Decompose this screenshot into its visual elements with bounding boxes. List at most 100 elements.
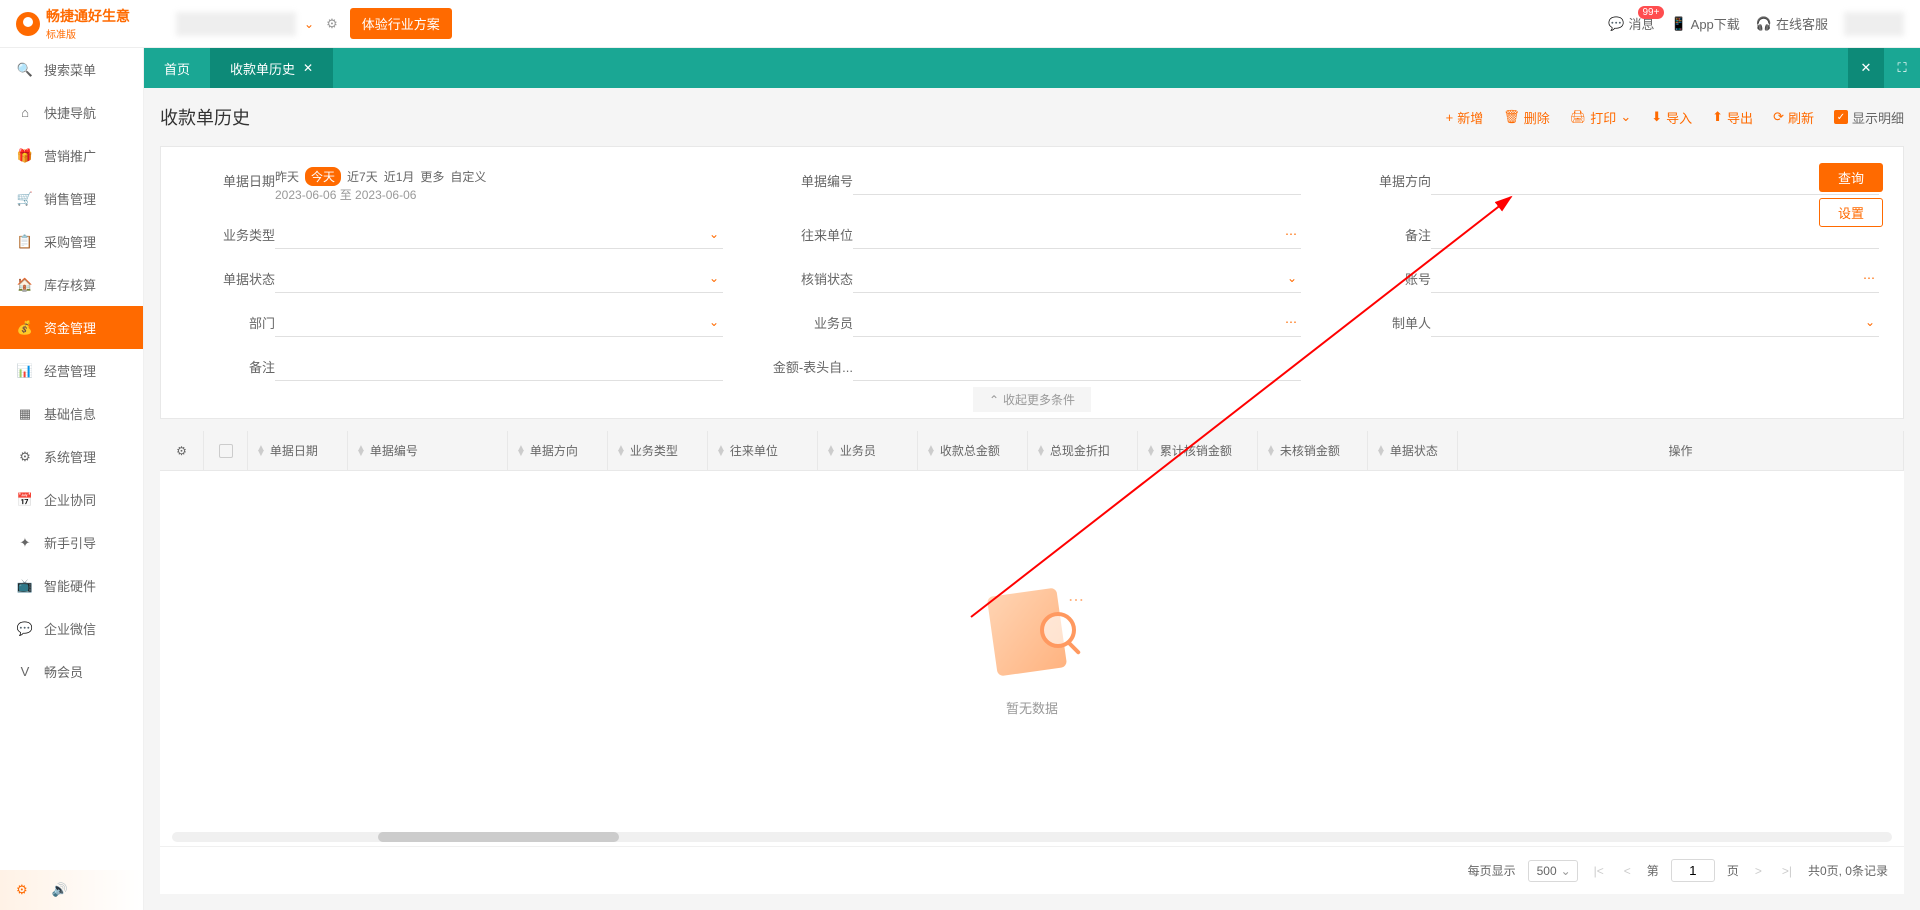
sidebar-item-system[interactable]: ⚙系统管理 xyxy=(0,435,143,478)
direction-select[interactable]: ⌄ xyxy=(1431,167,1879,195)
col-status[interactable]: ▲▼单据状态 xyxy=(1368,431,1458,470)
sidebar-item-label: 快捷导航 xyxy=(44,103,96,122)
print-button[interactable]: 🖨打印 ⌄ xyxy=(1570,108,1631,127)
close-icon[interactable]: ✕ xyxy=(303,61,313,75)
delete-button[interactable]: 🗑删除 xyxy=(1503,108,1550,127)
page-size-select[interactable]: 500 xyxy=(1528,860,1578,882)
gear-icon[interactable]: ⚙ xyxy=(326,16,338,32)
company-selector[interactable]: ⌄ xyxy=(176,12,314,36)
col-total-amount[interactable]: ▲▼收款总金额 xyxy=(918,431,1028,470)
sidebar-item-label: 智能硬件 xyxy=(44,576,96,595)
col-biz-type[interactable]: ▲▼业务类型 xyxy=(608,431,708,470)
date-custom[interactable]: 自定义 xyxy=(450,168,486,185)
sidebar-item-guide[interactable]: ✦ 新手引导 xyxy=(0,521,143,564)
tab-close-all[interactable]: ✕ xyxy=(1848,48,1884,88)
creator-select[interactable]: ⌄ xyxy=(1431,309,1879,337)
remark-input[interactable] xyxy=(1431,226,1879,241)
partner-select[interactable]: ⋯ xyxy=(853,221,1301,249)
sidebar-item-label: 资金管理 xyxy=(44,318,96,337)
show-detail-toggle[interactable]: ✓显示明细 xyxy=(1834,108,1904,127)
export-icon: ⬆ xyxy=(1712,109,1723,125)
col-writeoff-total[interactable]: ▲▼累计核销金额 xyxy=(1138,431,1258,470)
account-select[interactable]: ⋯ xyxy=(1431,265,1879,293)
trial-button[interactable]: 体验行业方案 xyxy=(350,8,452,39)
logo: 畅捷通好生意 标准版 xyxy=(16,6,160,41)
date-today[interactable]: 今天 xyxy=(305,167,341,186)
first-page-button[interactable]: |< xyxy=(1590,864,1608,878)
sidebar-item-operation[interactable]: 📊经营管理 xyxy=(0,349,143,392)
pagination: 每页显示 500 |< < 第 页 > >| 共0页, 0条记录 xyxy=(160,846,1904,894)
marketing-icon: 🎁 xyxy=(16,147,34,165)
col-cash-discount[interactable]: ▲▼总现金折扣 xyxy=(1028,431,1138,470)
prev-page-button[interactable]: < xyxy=(1620,864,1635,878)
col-date[interactable]: ▲▼单据日期 xyxy=(248,431,348,470)
sidebar-item-purchase[interactable]: 📋采购管理 xyxy=(0,220,143,263)
export-button[interactable]: ⬆导出 xyxy=(1712,108,1753,127)
date-yesterday[interactable]: 昨天 xyxy=(275,168,299,185)
ellipsis-icon: ⋯ xyxy=(1285,227,1297,241)
dept-select[interactable]: ⌄ xyxy=(275,309,723,337)
sidebar-item-wechat[interactable]: 💬企业微信 xyxy=(0,607,143,650)
tab-home[interactable]: 首页 xyxy=(144,48,210,88)
query-button[interactable]: 查询 xyxy=(1819,163,1883,192)
message-icon: 💬 xyxy=(1608,16,1624,32)
collab-icon: 📅 xyxy=(16,491,34,509)
employee-select[interactable]: ⋯ xyxy=(853,309,1301,337)
chevron-down-icon: ⌄ xyxy=(304,17,314,31)
select-all-checkbox[interactable] xyxy=(219,444,233,458)
settings-icon[interactable]: ⚙ xyxy=(16,882,28,898)
remark2-input[interactable] xyxy=(275,358,723,373)
collapse-filters[interactable]: ⌃ 收起更多条件 xyxy=(973,387,1091,412)
settings-button[interactable]: 设置 xyxy=(1819,198,1883,227)
sort-icon: ▲▼ xyxy=(1146,446,1156,456)
sidebar-item-collab[interactable]: 📅企业协同 xyxy=(0,478,143,521)
user-avatar-blur[interactable] xyxy=(1844,12,1904,36)
sidebar-item-label: 新手引导 xyxy=(44,533,96,552)
sidebar-item-marketing[interactable]: 🎁营销推广 xyxy=(0,134,143,177)
sidebar-item-funds[interactable]: 💰资金管理 xyxy=(0,306,143,349)
last-page-button[interactable]: >| xyxy=(1778,864,1796,878)
biz-type-select[interactable]: ⌄ xyxy=(275,221,723,249)
sort-icon: ▲▼ xyxy=(356,446,366,456)
doc-status-select[interactable]: ⌄ xyxy=(275,265,723,293)
date-range-text: 2023-06-06 至 2023-06-06 xyxy=(275,186,723,203)
date-1month[interactable]: 近1月 xyxy=(384,168,415,185)
sidebar: 🔍搜索菜单⌂快捷导航🎁营销推广🛒销售管理📋采购管理🏠库存核算💰资金管理📊经营管理… xyxy=(0,48,144,910)
guide-icon: ✦ xyxy=(16,534,34,552)
top-header: 畅捷通好生意 标准版 ⌄ ⚙ 体验行业方案 💬 消息 99+ 📱 App下载 🎧… xyxy=(0,0,1920,48)
col-partner[interactable]: ▲▼往来单位 xyxy=(708,431,818,470)
wechat-icon: 💬 xyxy=(16,620,34,638)
col-doc-no[interactable]: ▲▼单据编号 xyxy=(348,431,508,470)
sidebar-item-inventory[interactable]: 🏠库存核算 xyxy=(0,263,143,306)
messages-link[interactable]: 💬 消息 99+ xyxy=(1608,14,1654,33)
sidebar-item-sales[interactable]: 🛒销售管理 xyxy=(0,177,143,220)
refresh-button[interactable]: ⟳刷新 xyxy=(1773,108,1814,127)
empty-state: ⋯ 暂无数据 xyxy=(160,471,1904,828)
sidebar-item-quick-nav[interactable]: ⌂快捷导航 xyxy=(0,91,143,134)
sidebar-item-member[interactable]: V畅会员 xyxy=(0,650,143,693)
col-unwriteoff[interactable]: ▲▼未核销金额 xyxy=(1258,431,1368,470)
doc-no-input[interactable] xyxy=(853,172,1301,187)
import-button[interactable]: ⬇导入 xyxy=(1651,108,1692,127)
sound-icon[interactable]: 🔊 xyxy=(52,882,68,898)
date-more[interactable]: 更多 xyxy=(420,168,444,185)
next-page-button[interactable]: > xyxy=(1751,864,1766,878)
horizontal-scrollbar[interactable] xyxy=(172,832,1892,842)
sidebar-item-search-menu[interactable]: 🔍搜索菜单 xyxy=(0,48,143,91)
sidebar-item-basic-info[interactable]: ▦基础信息 xyxy=(0,392,143,435)
amount-head-input[interactable] xyxy=(853,358,1301,373)
tab-receipt-history[interactable]: 收款单历史 ✕ xyxy=(210,48,333,88)
table-settings-icon[interactable]: ⚙ xyxy=(160,431,204,470)
writeoff-status-select[interactable]: ⌄ xyxy=(853,265,1301,293)
sort-icon: ▲▼ xyxy=(516,446,526,456)
online-service-link[interactable]: 🎧 在线客服 xyxy=(1756,14,1828,33)
page-number-input[interactable] xyxy=(1671,859,1715,882)
sidebar-item-hardware[interactable]: 📺智能硬件 xyxy=(0,564,143,607)
col-direction[interactable]: ▲▼单据方向 xyxy=(508,431,608,470)
date-7days[interactable]: 近7天 xyxy=(347,168,378,185)
col-employee[interactable]: ▲▼业务员 xyxy=(818,431,918,470)
sidebar-item-label: 系统管理 xyxy=(44,447,96,466)
add-button[interactable]: +新增 xyxy=(1446,108,1484,127)
app-download-link[interactable]: 📱 App下载 xyxy=(1670,14,1739,33)
fullscreen-icon[interactable]: ⛶ xyxy=(1884,48,1920,88)
